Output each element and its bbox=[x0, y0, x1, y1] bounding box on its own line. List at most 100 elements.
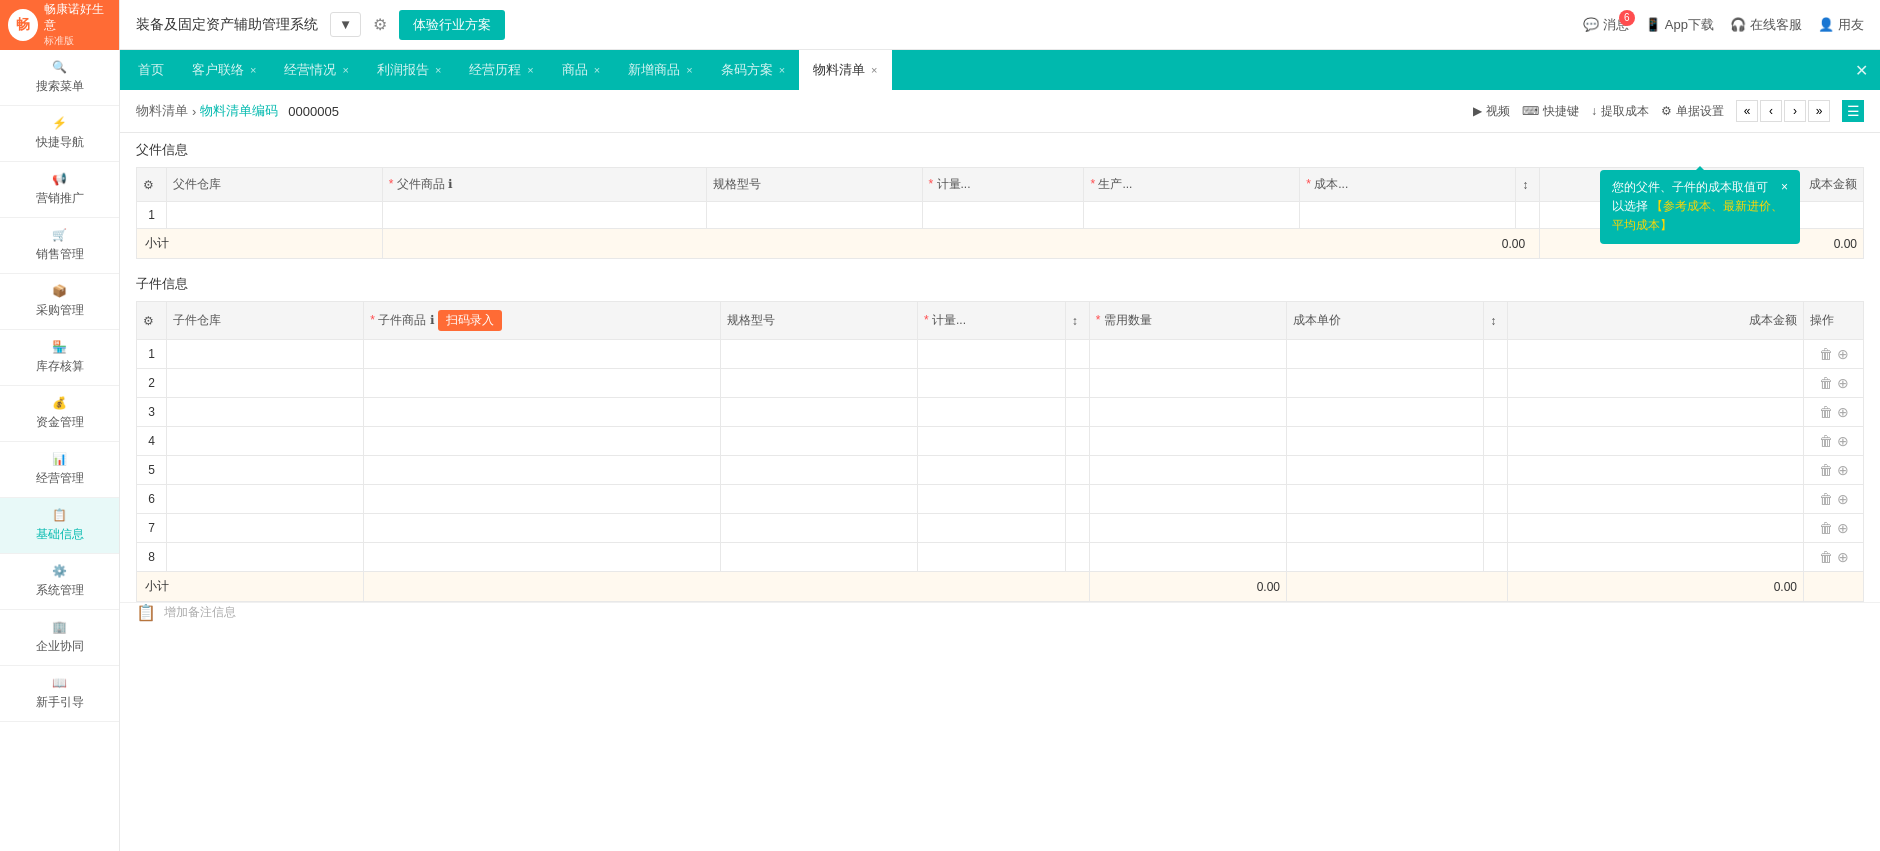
child-quantity-cell[interactable] bbox=[1089, 369, 1286, 398]
child-warehouse-cell[interactable] bbox=[167, 456, 364, 485]
app-download-button[interactable]: 📱 App下载 bbox=[1645, 16, 1714, 34]
child-unit-cost-cell[interactable] bbox=[1287, 340, 1484, 369]
child-warehouse-cell[interactable] bbox=[167, 340, 364, 369]
child-unit-cell[interactable] bbox=[917, 456, 1065, 485]
copy-icon[interactable]: ⊕ bbox=[1837, 404, 1849, 420]
delete-icon[interactable]: 🗑 bbox=[1819, 520, 1833, 536]
sidebar-item-system[interactable]: ⚙️ 系统管理 bbox=[0, 554, 119, 610]
child-unit-cost-cell[interactable] bbox=[1287, 543, 1484, 572]
child-product-cell[interactable] bbox=[364, 398, 721, 427]
child-spec-cell[interactable] bbox=[720, 456, 917, 485]
copy-icon[interactable]: ⊕ bbox=[1837, 433, 1849, 449]
child-unit-cost-cell[interactable] bbox=[1287, 514, 1484, 543]
child-spec-cell[interactable] bbox=[720, 340, 917, 369]
child-spec-cell[interactable] bbox=[720, 543, 917, 572]
child-quantity-cell[interactable] bbox=[1089, 543, 1286, 572]
view-video-button[interactable]: ▶ 视频 bbox=[1473, 103, 1510, 120]
copy-icon[interactable]: ⊕ bbox=[1837, 462, 1849, 478]
child-warehouse-cell[interactable] bbox=[167, 485, 364, 514]
sidebar-item-purchase[interactable]: 📦 采购管理 bbox=[0, 274, 119, 330]
sidebar-item-search[interactable]: 🔍 搜索菜单 bbox=[0, 50, 119, 106]
sidebar-item-inventory[interactable]: 🏪 库存核算 bbox=[0, 330, 119, 386]
next-page-button[interactable]: › bbox=[1784, 100, 1806, 122]
child-unit-cost-cell[interactable] bbox=[1287, 427, 1484, 456]
prev-page-button[interactable]: ‹ bbox=[1760, 100, 1782, 122]
tab-close-icon[interactable]: × bbox=[594, 64, 600, 76]
child-product-cell[interactable] bbox=[364, 456, 721, 485]
child-product-cell[interactable] bbox=[364, 340, 721, 369]
tab-close-icon[interactable]: × bbox=[527, 64, 533, 76]
single-settings-button[interactable]: ⚙ 单据设置 bbox=[1661, 103, 1724, 120]
child-unit-cost-cell[interactable] bbox=[1287, 369, 1484, 398]
extract-cost-button[interactable]: ↓ 提取成本 bbox=[1591, 103, 1649, 120]
child-warehouse-cell[interactable] bbox=[167, 543, 364, 572]
child-unit-cell[interactable] bbox=[917, 340, 1065, 369]
sidebar-item-marketing[interactable]: 📢 营销推广 bbox=[0, 162, 119, 218]
parent-spec-cell[interactable] bbox=[706, 202, 922, 229]
th-child-settings[interactable]: ⚙ bbox=[137, 302, 167, 340]
child-spec-cell[interactable] bbox=[720, 514, 917, 543]
tab-customer[interactable]: 客户联络 × bbox=[178, 50, 270, 90]
sidebar-item-guide[interactable]: 📖 新手引导 bbox=[0, 666, 119, 722]
sidebar-item-finance[interactable]: 💰 资金管理 bbox=[0, 386, 119, 442]
tab-close-icon[interactable]: × bbox=[342, 64, 348, 76]
copy-icon[interactable]: ⊕ bbox=[1837, 520, 1849, 536]
list-view-button[interactable]: ☰ bbox=[1842, 100, 1864, 122]
parent-unit-cell[interactable] bbox=[922, 202, 1084, 229]
system-dropdown-button[interactable]: ▼ bbox=[330, 12, 361, 37]
sidebar-item-operations[interactable]: 📊 经营管理 bbox=[0, 442, 119, 498]
last-page-button[interactable]: » bbox=[1808, 100, 1830, 122]
parent-warehouse-cell[interactable] bbox=[167, 202, 383, 229]
child-product-cell[interactable] bbox=[364, 427, 721, 456]
child-quantity-cell[interactable] bbox=[1089, 398, 1286, 427]
delete-icon[interactable]: 🗑 bbox=[1819, 462, 1833, 478]
child-warehouse-cell[interactable] bbox=[167, 369, 364, 398]
child-quantity-cell[interactable] bbox=[1089, 456, 1286, 485]
th-parent-settings[interactable]: ⚙ bbox=[137, 168, 167, 202]
tab-close-icon[interactable]: × bbox=[250, 64, 256, 76]
child-warehouse-cell[interactable] bbox=[167, 398, 364, 427]
tab-barcode[interactable]: 条码方案 × bbox=[707, 50, 799, 90]
tab-operations[interactable]: 经营情况 × bbox=[270, 50, 362, 90]
scan-button[interactable]: 扫码录入 bbox=[438, 310, 502, 331]
first-page-button[interactable]: « bbox=[1736, 100, 1758, 122]
child-unit-cell[interactable] bbox=[917, 485, 1065, 514]
tab-profit[interactable]: 利润报告 × bbox=[363, 50, 455, 90]
tab-close-icon[interactable]: × bbox=[871, 64, 877, 76]
child-quantity-cell[interactable] bbox=[1089, 340, 1286, 369]
sidebar-item-enterprise[interactable]: 🏢 企业协同 bbox=[0, 610, 119, 666]
child-unit-cost-cell[interactable] bbox=[1287, 456, 1484, 485]
user-button[interactable]: 👤 用友 bbox=[1818, 16, 1864, 34]
tab-home[interactable]: 首页 bbox=[124, 50, 178, 90]
child-unit-cell[interactable] bbox=[917, 369, 1065, 398]
shortcut-button[interactable]: ⌨ 快捷键 bbox=[1522, 103, 1579, 120]
child-product-cell[interactable] bbox=[364, 514, 721, 543]
parent-product-cell[interactable] bbox=[382, 202, 706, 229]
trial-button[interactable]: 体验行业方案 bbox=[399, 10, 505, 40]
copy-icon[interactable]: ⊕ bbox=[1837, 549, 1849, 565]
tab-close-icon[interactable]: × bbox=[779, 64, 785, 76]
tab-new-product[interactable]: 新增商品 × bbox=[614, 50, 706, 90]
message-button[interactable]: 💬 消息 6 bbox=[1583, 16, 1629, 34]
close-all-tabs-button[interactable]: ✕ bbox=[1847, 61, 1876, 80]
parent-cost-cell[interactable] bbox=[1300, 202, 1516, 229]
online-service-button[interactable]: 🎧 在线客服 bbox=[1730, 16, 1802, 34]
sidebar-item-basic-info[interactable]: 📋 基础信息 bbox=[0, 498, 119, 554]
child-unit-cell[interactable] bbox=[917, 543, 1065, 572]
copy-icon[interactable]: ⊕ bbox=[1837, 375, 1849, 391]
delete-icon[interactable]: 🗑 bbox=[1819, 491, 1833, 507]
child-product-cell[interactable] bbox=[364, 543, 721, 572]
child-quantity-cell[interactable] bbox=[1089, 485, 1286, 514]
tab-close-icon[interactable]: × bbox=[435, 64, 441, 76]
child-quantity-cell[interactable] bbox=[1089, 514, 1286, 543]
child-product-cell[interactable] bbox=[364, 369, 721, 398]
gear-settings-button[interactable]: ⚙ bbox=[373, 15, 387, 34]
tooltip-close-button[interactable]: × bbox=[1781, 178, 1788, 197]
child-spec-cell[interactable] bbox=[720, 427, 917, 456]
child-spec-cell[interactable] bbox=[720, 485, 917, 514]
copy-icon[interactable]: ⊕ bbox=[1837, 346, 1849, 362]
parent-production-cell[interactable] bbox=[1084, 202, 1300, 229]
child-spec-cell[interactable] bbox=[720, 398, 917, 427]
child-unit-cell[interactable] bbox=[917, 398, 1065, 427]
delete-icon[interactable]: 🗑 bbox=[1819, 375, 1833, 391]
